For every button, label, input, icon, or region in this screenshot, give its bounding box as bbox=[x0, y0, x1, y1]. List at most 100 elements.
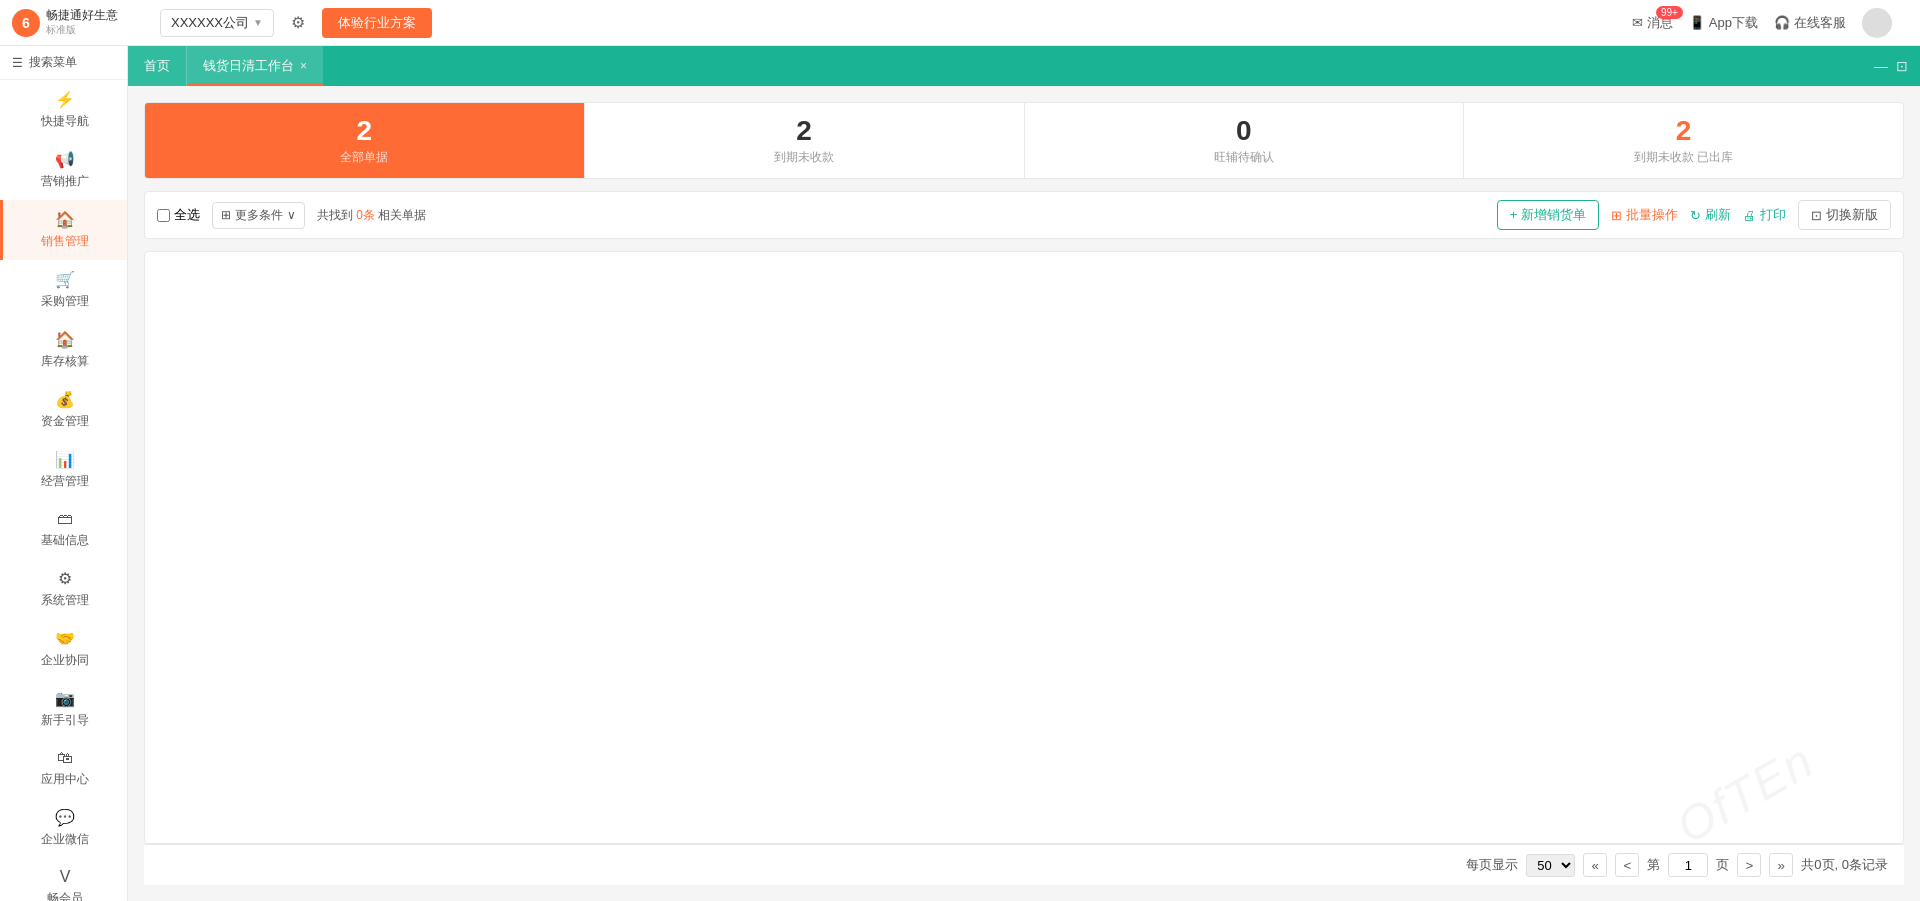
download-icon: 📱 bbox=[1689, 15, 1705, 30]
sidebar-item-guide[interactable]: 📷 新手引导 bbox=[0, 679, 127, 739]
top-header: 6 畅捷通好生意 标准版 XXXXXX公司 ▼ ⚙ 体验行业方案 ✉ 消息 99… bbox=[0, 0, 1920, 46]
content-area: 首页 钱货日清工作台 × — ⊡ 2 全部单据 2 到期未收款 bbox=[128, 46, 1920, 901]
guide-icon: 📷 bbox=[55, 689, 75, 708]
stat-count-all: 2 bbox=[357, 115, 373, 147]
batch-operation-button[interactable]: ⊞ 批量操作 bbox=[1611, 206, 1678, 224]
message-action[interactable]: ✉ 消息 99+ bbox=[1632, 14, 1673, 32]
found-suffix: 相关单据 bbox=[378, 208, 426, 222]
online-service-label: 在线客服 bbox=[1794, 14, 1846, 32]
sidebar-item-marketing[interactable]: 📢 营销推广 bbox=[0, 140, 127, 200]
stat-card-overdue-shipped[interactable]: 2 到期未收款 已出库 bbox=[1464, 103, 1903, 178]
sidebar: ☰ 搜索菜单 ⚡ 快捷导航 📢 营销推广 🏠 销售管理 🛒 采购管理 🏠 库存核… bbox=[0, 46, 128, 901]
print-button[interactable]: 🖨 打印 bbox=[1743, 206, 1786, 224]
appstore-label: 应用中心 bbox=[41, 771, 89, 788]
switch-version-button[interactable]: ⊡ 切换新版 bbox=[1798, 200, 1891, 230]
purchase-label: 采购管理 bbox=[41, 293, 89, 310]
logo-area: 6 畅捷通好生意 标准版 bbox=[12, 8, 140, 38]
finance-label: 资金管理 bbox=[41, 413, 89, 430]
sidebar-item-operations[interactable]: 📊 经营管理 bbox=[0, 440, 127, 500]
company-selector[interactable]: XXXXXX公司 ▼ bbox=[160, 9, 274, 37]
page-number-input[interactable] bbox=[1668, 853, 1708, 877]
online-service-action[interactable]: 🎧 在线客服 bbox=[1774, 14, 1846, 32]
basic-info-label: 基础信息 bbox=[41, 532, 89, 549]
sidebar-search[interactable]: ☰ 搜索菜单 bbox=[0, 46, 127, 80]
tab-spacer bbox=[323, 46, 1862, 86]
switch-icon: ⊡ bbox=[1811, 208, 1822, 223]
filter-label: 更多条件 bbox=[235, 207, 283, 224]
select-all-label: 全选 bbox=[174, 206, 200, 224]
print-icon: 🖨 bbox=[1743, 208, 1756, 223]
select-all-input[interactable] bbox=[157, 209, 170, 222]
tab-current-label: 钱货日清工作台 bbox=[203, 57, 294, 75]
page-last-button[interactable]: » bbox=[1769, 853, 1793, 877]
app-download-action[interactable]: 📱 App下载 bbox=[1689, 14, 1758, 32]
filter-button[interactable]: ⊞ 更多条件 ∨ bbox=[212, 202, 305, 229]
sidebar-item-wechat[interactable]: 💬 企业微信 bbox=[0, 798, 127, 858]
sidebar-item-finance[interactable]: 💰 资金管理 bbox=[0, 380, 127, 440]
marketing-label: 营销推广 bbox=[41, 173, 89, 190]
stat-label-pending: 旺辅待确认 bbox=[1214, 149, 1274, 166]
sidebar-item-system[interactable]: ⚙ 系统管理 bbox=[0, 559, 127, 619]
app-download-label: App下载 bbox=[1709, 14, 1758, 32]
sales-icon: 🏠 bbox=[55, 210, 75, 229]
sidebar-item-appstore[interactable]: 🛍 应用中心 bbox=[0, 739, 127, 798]
sidebar-item-quick-nav[interactable]: ⚡ 快捷导航 bbox=[0, 80, 127, 140]
stat-label-overdue: 到期未收款 bbox=[774, 149, 834, 166]
user-avatar[interactable] bbox=[1862, 8, 1892, 38]
refresh-button[interactable]: ↻ 刷新 bbox=[1690, 206, 1731, 224]
basic-info-icon: 🗃 bbox=[57, 510, 73, 528]
member-label: 畅会员 bbox=[47, 890, 83, 901]
tab-bar: 首页 钱货日清工作台 × — ⊡ bbox=[128, 46, 1920, 86]
pagination: 每页显示 50 « < 第 页 > » 共0页, 0条记录 bbox=[144, 844, 1904, 885]
inventory-icon: 🏠 bbox=[55, 330, 75, 349]
new-order-button[interactable]: + 新增销货单 bbox=[1497, 200, 1599, 230]
sidebar-item-basic-info[interactable]: 🗃 基础信息 bbox=[0, 500, 127, 559]
page-next-button[interactable]: > bbox=[1737, 853, 1761, 877]
tab-close-button[interactable]: × bbox=[300, 59, 307, 73]
tab-current[interactable]: 钱货日清工作台 × bbox=[186, 46, 323, 86]
toolbar-right: + 新增销货单 ⊞ 批量操作 ↻ 刷新 🖨 打印 ⊡ bbox=[1497, 200, 1891, 230]
header-center: XXXXXX公司 ▼ ⚙ 体验行业方案 bbox=[140, 7, 1632, 39]
stat-card-all[interactable]: 2 全部单据 bbox=[145, 103, 585, 178]
guide-label: 新手引导 bbox=[41, 712, 89, 729]
tab-controls: — ⊡ bbox=[1862, 46, 1920, 86]
service-icon: 🎧 bbox=[1774, 15, 1790, 30]
filter-icon: ⊞ bbox=[221, 208, 231, 222]
app-logo-icon: 6 bbox=[12, 9, 40, 37]
settings-button[interactable]: ⚙ bbox=[282, 7, 314, 39]
marketing-icon: 📢 bbox=[55, 150, 75, 169]
finance-icon: 💰 bbox=[55, 390, 75, 409]
stat-label-overdue-shipped: 到期未收款 已出库 bbox=[1634, 149, 1733, 166]
stat-card-overdue[interactable]: 2 到期未收款 bbox=[585, 103, 1025, 178]
collab-icon: 🤝 bbox=[55, 629, 75, 648]
app-badge: 标准版 bbox=[46, 23, 118, 37]
sidebar-item-collab[interactable]: 🤝 企业协同 bbox=[0, 619, 127, 679]
appstore-icon: 🛍 bbox=[57, 749, 73, 767]
per-page-select[interactable]: 50 bbox=[1526, 854, 1575, 877]
sidebar-item-inventory[interactable]: 🏠 库存核算 bbox=[0, 320, 127, 380]
search-label: 搜索菜单 bbox=[29, 54, 77, 71]
main-layout: ☰ 搜索菜单 ⚡ 快捷导航 📢 营销推广 🏠 销售管理 🛒 采购管理 🏠 库存核… bbox=[0, 46, 1920, 901]
sidebar-item-purchase[interactable]: 🛒 采购管理 bbox=[0, 260, 127, 320]
page-prev-button[interactable]: < bbox=[1615, 853, 1639, 877]
purchase-icon: 🛒 bbox=[55, 270, 75, 289]
app-name: 畅捷通好生意 bbox=[46, 8, 118, 24]
found-info: 共找到 0条 相关单据 bbox=[317, 207, 426, 224]
sidebar-item-member[interactable]: V 畅会员 bbox=[0, 858, 127, 901]
found-count: 0条 bbox=[356, 208, 375, 222]
stat-count-overdue: 2 bbox=[796, 115, 812, 147]
wechat-label: 企业微信 bbox=[41, 831, 89, 848]
tab-minimize-button[interactable]: — bbox=[1874, 58, 1888, 74]
stats-row: 2 全部单据 2 到期未收款 0 旺辅待确认 2 到期未收款 已出库 bbox=[144, 102, 1904, 179]
stat-card-pending[interactable]: 0 旺辅待确认 bbox=[1025, 103, 1465, 178]
select-all-checkbox[interactable]: 全选 bbox=[157, 206, 200, 224]
logo-text-area: 畅捷通好生意 标准版 bbox=[46, 8, 118, 38]
page-first-button[interactable]: « bbox=[1583, 853, 1607, 877]
tab-expand-button[interactable]: ⊡ bbox=[1896, 58, 1908, 74]
trial-button[interactable]: 体验行业方案 bbox=[322, 8, 432, 38]
found-prefix: 共找到 bbox=[317, 208, 353, 222]
switch-label: 切换新版 bbox=[1826, 206, 1878, 224]
sidebar-item-sales[interactable]: 🏠 销售管理 bbox=[0, 200, 127, 260]
wechat-icon: 💬 bbox=[55, 808, 75, 827]
tab-home[interactable]: 首页 bbox=[128, 46, 186, 86]
